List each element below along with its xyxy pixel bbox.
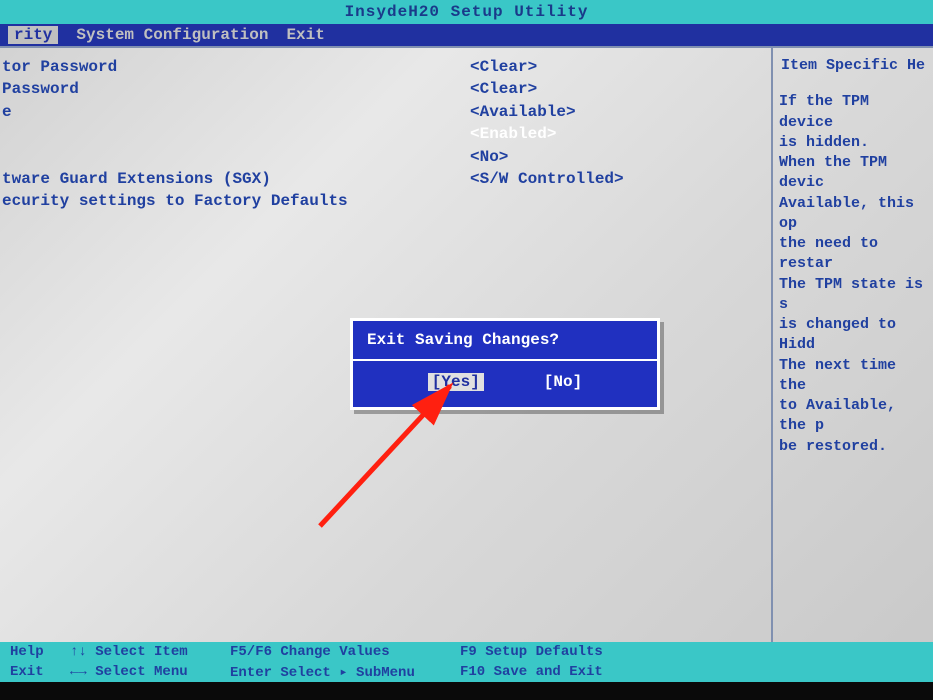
setting-label: e: [0, 101, 470, 123]
setting-row[interactable]: tware Guard Extensions (SGX) <S/W Contro…: [0, 168, 771, 190]
exit-dialog: Exit Saving Changes? [Yes] [No]: [350, 318, 660, 410]
bios-screen: InsydeH20 Setup Utility rity System Conf…: [0, 0, 933, 700]
menu-tab-security[interactable]: rity: [8, 26, 58, 44]
footer-exit: Exit: [0, 664, 70, 680]
setting-value[interactable]: <Available>: [470, 101, 771, 123]
dialog-no-button[interactable]: [No]: [544, 373, 582, 391]
help-line: The next time the: [779, 356, 927, 397]
setting-label: tware Guard Extensions (SGX): [0, 168, 470, 190]
setting-value[interactable]: <No>: [470, 146, 771, 168]
footer-setup-defaults: F9 Setup Defaults: [460, 644, 750, 660]
help-line: When the TPM devic: [779, 153, 927, 194]
help-line: be restored.: [779, 437, 927, 457]
setting-label: [0, 123, 470, 145]
dialog-title: Exit Saving Changes?: [353, 321, 657, 361]
help-line: If the TPM device: [779, 92, 927, 133]
footer-bar: Help ↑↓ Select Item F5/F6 Change Values …: [0, 642, 933, 682]
setting-row[interactable]: ecurity settings to Factory Defaults: [0, 190, 771, 212]
dialog-buttons: [Yes] [No]: [353, 361, 657, 407]
footer-select-item: ↑↓ Select Item: [70, 644, 230, 660]
help-line: to Available, the p: [779, 396, 927, 437]
help-line: The TPM state is s: [779, 275, 927, 316]
setting-value[interactable]: <S/W Controlled>: [470, 168, 771, 190]
help-panel: Item Specific He If the TPM device is hi…: [771, 48, 933, 644]
footer-submenu: Enter Select ▸ SubMenu: [230, 664, 460, 681]
setting-row[interactable]: Password <Clear>: [0, 78, 771, 100]
help-line: Available, this op: [779, 194, 927, 235]
help-line: is changed to Hidd: [779, 315, 927, 356]
help-line: the need to restar: [779, 234, 927, 275]
utility-title: InsydeH20 Setup Utility: [345, 3, 589, 21]
dialog-yes-button[interactable]: [Yes]: [428, 373, 484, 391]
setting-value[interactable]: <Enabled>: [470, 123, 771, 145]
menu-bar[interactable]: rity System Configuration Exit: [0, 24, 933, 46]
setting-row[interactable]: tor Password <Clear>: [0, 56, 771, 78]
help-title: Item Specific He: [779, 56, 927, 76]
help-line: is hidden.: [779, 133, 927, 153]
menu-tab-system-configuration[interactable]: System Configuration: [76, 26, 268, 44]
setting-value[interactable]: [470, 190, 771, 212]
footer-select-menu: ←→ Select Menu: [70, 664, 230, 680]
footer-save-exit: F10 Save and Exit: [460, 664, 750, 680]
setting-row[interactable]: <No>: [0, 146, 771, 168]
setting-value[interactable]: <Clear>: [470, 78, 771, 100]
menu-tab-exit[interactable]: Exit: [286, 26, 324, 44]
footer-change-values: F5/F6 Change Values: [230, 644, 460, 660]
setting-row-selected[interactable]: <Enabled>: [0, 123, 771, 145]
setting-row[interactable]: e <Available>: [0, 101, 771, 123]
setting-label: ecurity settings to Factory Defaults: [0, 190, 470, 212]
setting-label: [0, 146, 470, 168]
setting-label: Password: [0, 78, 470, 100]
title-bar: InsydeH20 Setup Utility: [0, 0, 933, 24]
setting-label: tor Password: [0, 56, 470, 78]
footer-help: Help: [0, 644, 70, 660]
setting-value[interactable]: <Clear>: [470, 56, 771, 78]
monitor-bezel: [0, 682, 933, 700]
